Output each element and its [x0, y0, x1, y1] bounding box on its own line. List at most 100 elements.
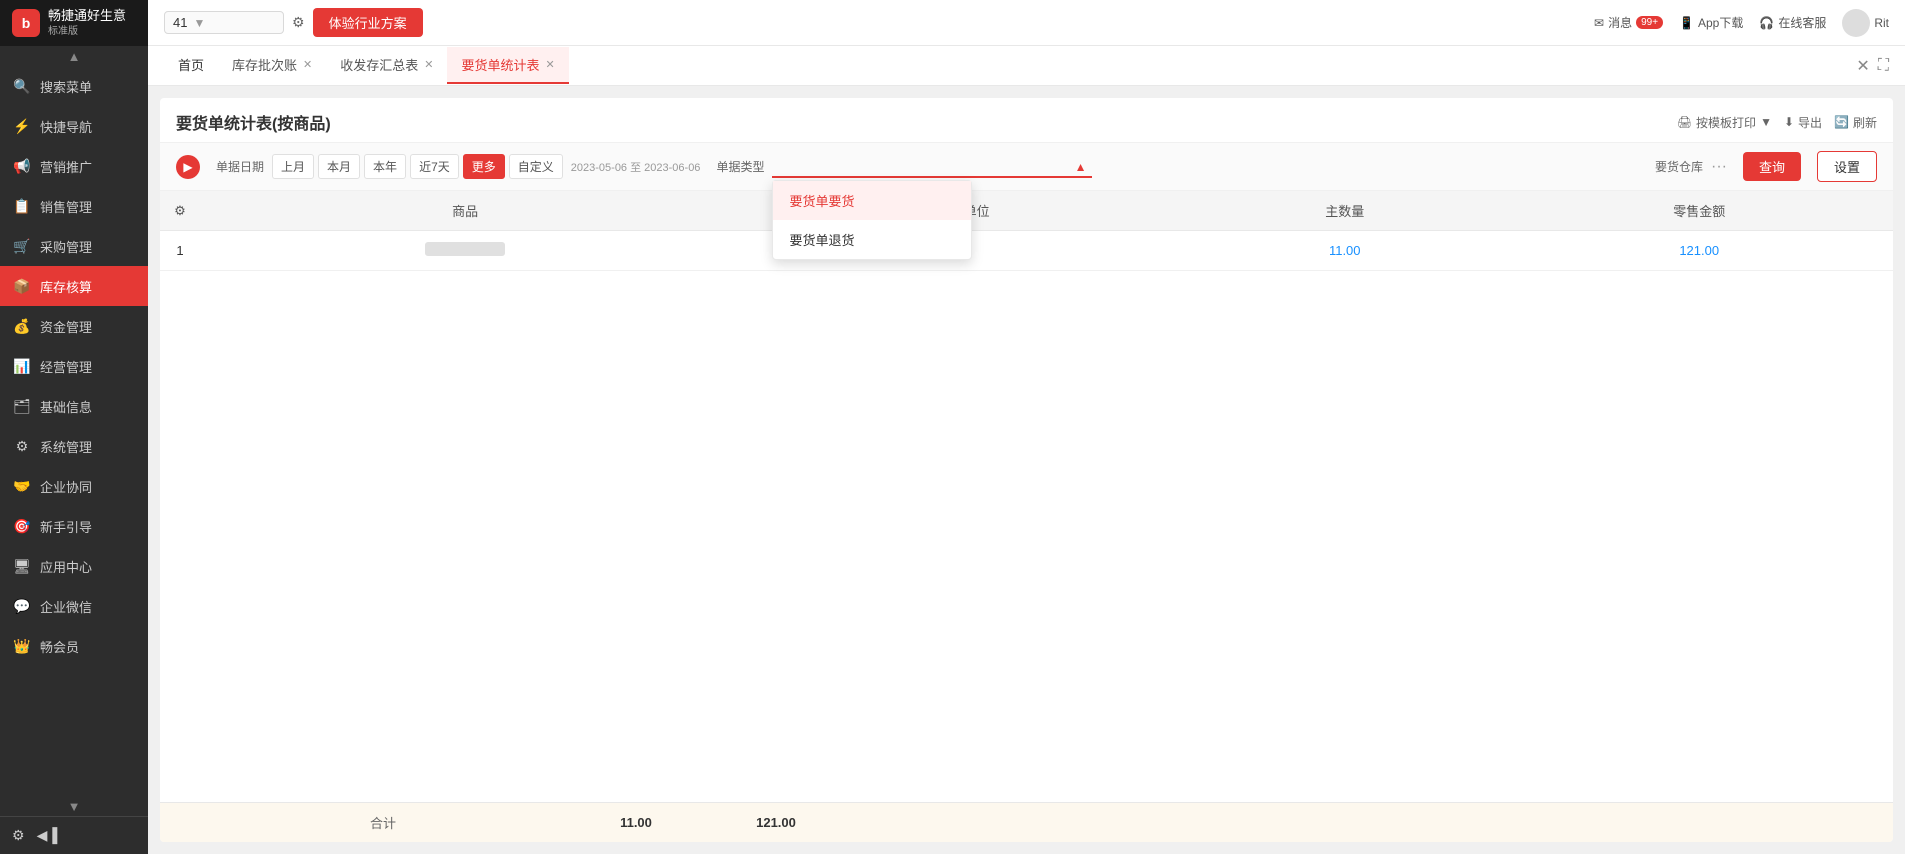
- topbar-right: ✉ 消息 99+ 📱 App下载 🎧 在线客服 Rit: [1594, 9, 1889, 37]
- tab-close-order-summary[interactable]: ✕: [546, 58, 555, 71]
- sidebar-item-inventory[interactable]: 📦 库存核算: [0, 266, 148, 306]
- page-header-actions: 🖨 按模板打印 ▼ ⬇ 导出 🔄 刷新: [1677, 114, 1877, 131]
- filter-toggle-button[interactable]: ▶: [176, 155, 200, 179]
- refresh-action[interactable]: 🔄 刷新: [1834, 114, 1877, 131]
- print-arrow-icon: ▼: [1760, 115, 1772, 129]
- system-icon: ⚙: [12, 436, 32, 456]
- app-title: 畅捷通好生意 标准版: [48, 8, 126, 38]
- sidebar-item-purchase[interactable]: 🛒 采购管理: [0, 226, 148, 266]
- type-select-input[interactable]: [772, 155, 1092, 178]
- tab-close-receivable-summary[interactable]: ✕: [424, 58, 433, 71]
- date-custom-btn[interactable]: 自定义: [509, 154, 563, 179]
- topbar-gear-icon[interactable]: ⚙: [292, 14, 305, 31]
- dropdown-item-order-goods[interactable]: 要货单要货: [773, 181, 971, 220]
- footer-settings-icon[interactable]: ⚙: [12, 827, 25, 844]
- tab-close-inventory-batch[interactable]: ✕: [303, 58, 312, 71]
- warehouse-label: 要货仓库: [1655, 158, 1703, 175]
- sidebar-item-system[interactable]: ⚙ 系统管理: [0, 426, 148, 466]
- topbar: 41 ▼ ⚙ 体验行业方案 ✉ 消息 99+ 📱 App下载 🎧 在线客服 R: [148, 0, 1905, 46]
- marketing-icon: 📢: [12, 156, 32, 176]
- sidebar-footer: ⚙ ◀▐: [0, 816, 148, 854]
- print-action[interactable]: 🖨 按模板打印 ▼: [1677, 114, 1772, 131]
- table-header-row: ⚙ 商品 主计量单位 主数量 零售金额: [160, 191, 1893, 231]
- tabs-right-actions: ✕ ⛶: [1856, 56, 1889, 76]
- date-this-year-btn[interactable]: 本年: [364, 154, 406, 179]
- sidebar-item-search[interactable]: 🔍 搜索菜单: [0, 66, 148, 106]
- sidebar: b 畅捷通好生意 标准版 ▲ 🔍 搜索菜单 ⚡ 快捷导航 📢 营销推广 📋 销售…: [0, 0, 148, 854]
- sidebar-item-wechat[interactable]: 💬 企业微信: [0, 586, 148, 626]
- tab-expand-icon[interactable]: ⛶: [1878, 57, 1889, 75]
- data-table: ⚙ 商品 主计量单位 主数量 零售金额 1: [160, 191, 1893, 271]
- sidebar-item-sales[interactable]: 📋 销售管理: [0, 186, 148, 226]
- sidebar-scroll-up[interactable]: ▲: [0, 46, 148, 66]
- date-last-7days-btn[interactable]: 近7天: [410, 154, 459, 179]
- footer-qty: 11.00: [596, 815, 676, 830]
- user-avatar-item[interactable]: Rit: [1842, 9, 1889, 37]
- trial-button[interactable]: 体验行业方案: [313, 8, 423, 37]
- type-select-wrapper: ▲ 要货单要货 要货单退货: [772, 155, 1092, 178]
- page-card: 要货单统计表(按商品) 🖨 按模板打印 ▼ ⬇ 导出 🔄 刷新: [160, 98, 1893, 842]
- guide-icon: 🎯: [12, 516, 32, 536]
- selector-arrow: ▼: [193, 16, 205, 30]
- app-download-item[interactable]: 📱 App下载: [1679, 14, 1743, 31]
- enterprise-icon: 🤝: [12, 476, 32, 496]
- sidebar-item-app[interactable]: 🖥 应用中心: [0, 546, 148, 586]
- tab-inventory-batch[interactable]: 库存批次账 ✕: [218, 47, 326, 84]
- footer-amount: 121.00: [736, 815, 816, 830]
- message-icon: ✉: [1594, 16, 1604, 30]
- date-last-month-btn[interactable]: 上月: [272, 154, 314, 179]
- topbar-left: 41 ▼ ⚙ 体验行业方案: [164, 8, 1594, 37]
- tab-close-all-icon[interactable]: ✕: [1856, 56, 1869, 76]
- sidebar-item-marketing[interactable]: 📢 营销推广: [0, 146, 148, 186]
- refresh-icon: 🔄: [1834, 115, 1849, 129]
- sidebar-item-guide[interactable]: 🎯 新手引导: [0, 506, 148, 546]
- sidebar-item-basic[interactable]: 🗂 基础信息: [0, 386, 148, 426]
- query-button[interactable]: 查询: [1743, 152, 1801, 181]
- print-icon: 🖨: [1677, 115, 1692, 129]
- dropdown-item-order-return[interactable]: 要货单退货: [773, 220, 971, 259]
- finance-icon: 💰: [12, 316, 32, 336]
- table-wrapper: ⚙ 商品 主计量单位 主数量 零售金额 1: [160, 191, 1893, 802]
- table-row: 1 块 11.00 121.00: [160, 231, 1893, 271]
- online-service-item[interactable]: 🎧 在线客服: [1759, 14, 1826, 31]
- footer-collapse-icon[interactable]: ◀▐: [37, 827, 58, 844]
- sidebar-scroll-down[interactable]: ▼: [0, 796, 148, 816]
- page-title: 要货单统计表(按商品): [176, 110, 331, 134]
- export-action[interactable]: ⬇ 导出: [1784, 114, 1822, 131]
- cell-qty: 11.00: [1184, 231, 1505, 271]
- tabs-bar: 首页 库存批次账 ✕ 收发存汇总表 ✕ 要货单统计表 ✕ ✕ ⛶: [148, 46, 1905, 86]
- sidebar-item-quicknav[interactable]: ⚡ 快捷导航: [0, 106, 148, 146]
- sidebar-item-member[interactable]: 👑 畅会员: [0, 626, 148, 666]
- avatar: [1842, 9, 1870, 37]
- select-arrow-icon[interactable]: ▲: [1075, 160, 1087, 174]
- date-more-btn[interactable]: 更多: [463, 154, 505, 179]
- app-logo: b: [12, 9, 40, 37]
- sidebar-item-finance[interactable]: 💰 资金管理: [0, 306, 148, 346]
- th-settings[interactable]: ⚙: [160, 191, 200, 231]
- th-amount: 零售金额: [1505, 191, 1893, 231]
- export-icon: ⬇: [1784, 115, 1794, 129]
- page-header: 要货单统计表(按商品) 🖨 按模板打印 ▼ ⬇ 导出 🔄 刷新: [160, 98, 1893, 142]
- quicknav-icon: ⚡: [12, 116, 32, 136]
- tab-home[interactable]: 首页: [164, 47, 218, 84]
- type-filter-label: 单据类型: [716, 158, 764, 175]
- wechat-icon: 💬: [12, 596, 32, 616]
- workspace-selector[interactable]: 41 ▼: [164, 11, 284, 34]
- cell-amount: 121.00: [1505, 231, 1893, 271]
- product-placeholder: [425, 242, 505, 256]
- tab-receivable-summary[interactable]: 收发存汇总表 ✕: [326, 47, 447, 84]
- inventory-icon: 📦: [12, 276, 32, 296]
- sidebar-item-operation[interactable]: 📊 经营管理: [0, 346, 148, 386]
- sales-icon: 📋: [12, 196, 32, 216]
- warehouse-more-icon[interactable]: ···: [1711, 158, 1727, 176]
- messages-item[interactable]: ✉ 消息 99+: [1594, 14, 1663, 31]
- date-this-month-btn[interactable]: 本月: [318, 154, 360, 179]
- settings-button[interactable]: 设置: [1817, 151, 1877, 182]
- tab-order-summary[interactable]: 要货单统计表 ✕: [447, 47, 568, 84]
- headset-icon: 🎧: [1759, 16, 1774, 30]
- basic-icon: 🗂: [12, 396, 32, 416]
- content-area: 要货单统计表(按商品) 🖨 按模板打印 ▼ ⬇ 导出 🔄 刷新: [148, 86, 1905, 854]
- member-icon: 👑: [12, 636, 32, 656]
- sidebar-item-enterprise[interactable]: 🤝 企业协同: [0, 466, 148, 506]
- warehouse-filter-group: 要货仓库 ···: [1655, 158, 1727, 176]
